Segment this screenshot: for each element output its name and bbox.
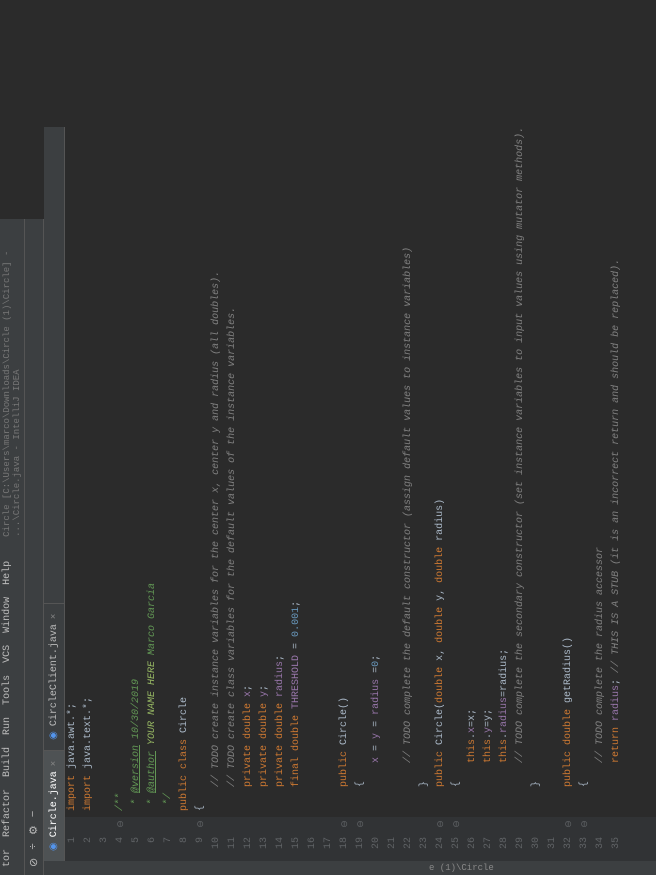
- menu-item[interactable]: tor: [2, 849, 22, 867]
- tab-label: Circle.java: [49, 771, 60, 837]
- toolbar: ⊘ ÷ ⚙ −: [25, 219, 44, 875]
- fold-gutter[interactable]: ⊖⊖⊖⊖⊖⊖⊖⊖: [65, 817, 656, 831]
- code-editor[interactable]: 1234567891011121314151617181920212223242…: [65, 127, 656, 861]
- project-path: e (1)\Circle: [44, 861, 656, 875]
- menu-item[interactable]: Build: [2, 747, 22, 777]
- file-icon: ◉: [48, 731, 60, 740]
- minus-icon[interactable]: −: [28, 811, 40, 818]
- stop-icon[interactable]: ⊘: [27, 858, 41, 867]
- window-title: Circle [C:\Users\marco\Downloads\Circle …: [2, 227, 22, 537]
- settings-icon[interactable]: ⚙: [27, 825, 41, 835]
- code-area[interactable]: import java.awt.*;import java.text.*;/**…: [65, 127, 656, 817]
- divider-icon: ÷: [28, 843, 40, 850]
- menu-item[interactable]: Window: [2, 597, 22, 633]
- menubar: tor Refactor Build Run Tools VCS Window …: [0, 219, 25, 875]
- menu-item[interactable]: Run: [2, 717, 22, 735]
- menu-item[interactable]: Tools: [2, 675, 22, 705]
- close-icon[interactable]: ×: [49, 761, 59, 766]
- tab-circle[interactable]: ◉ Circle.java ×: [44, 750, 64, 861]
- menu-item[interactable]: Help: [2, 561, 22, 585]
- tab-circleclient[interactable]: ◉ CircleClient.java ×: [44, 603, 64, 750]
- editor-tabs: ◉ Circle.java × ◉ CircleClient.java ×: [44, 127, 65, 861]
- menu-item[interactable]: VCS: [2, 645, 22, 663]
- line-gutter: 1234567891011121314151617181920212223242…: [65, 831, 656, 861]
- menu-item[interactable]: Refactor: [2, 789, 22, 837]
- file-icon: ◉: [48, 842, 60, 851]
- tab-label: CircleClient.java: [49, 624, 60, 726]
- close-icon[interactable]: ×: [49, 614, 59, 619]
